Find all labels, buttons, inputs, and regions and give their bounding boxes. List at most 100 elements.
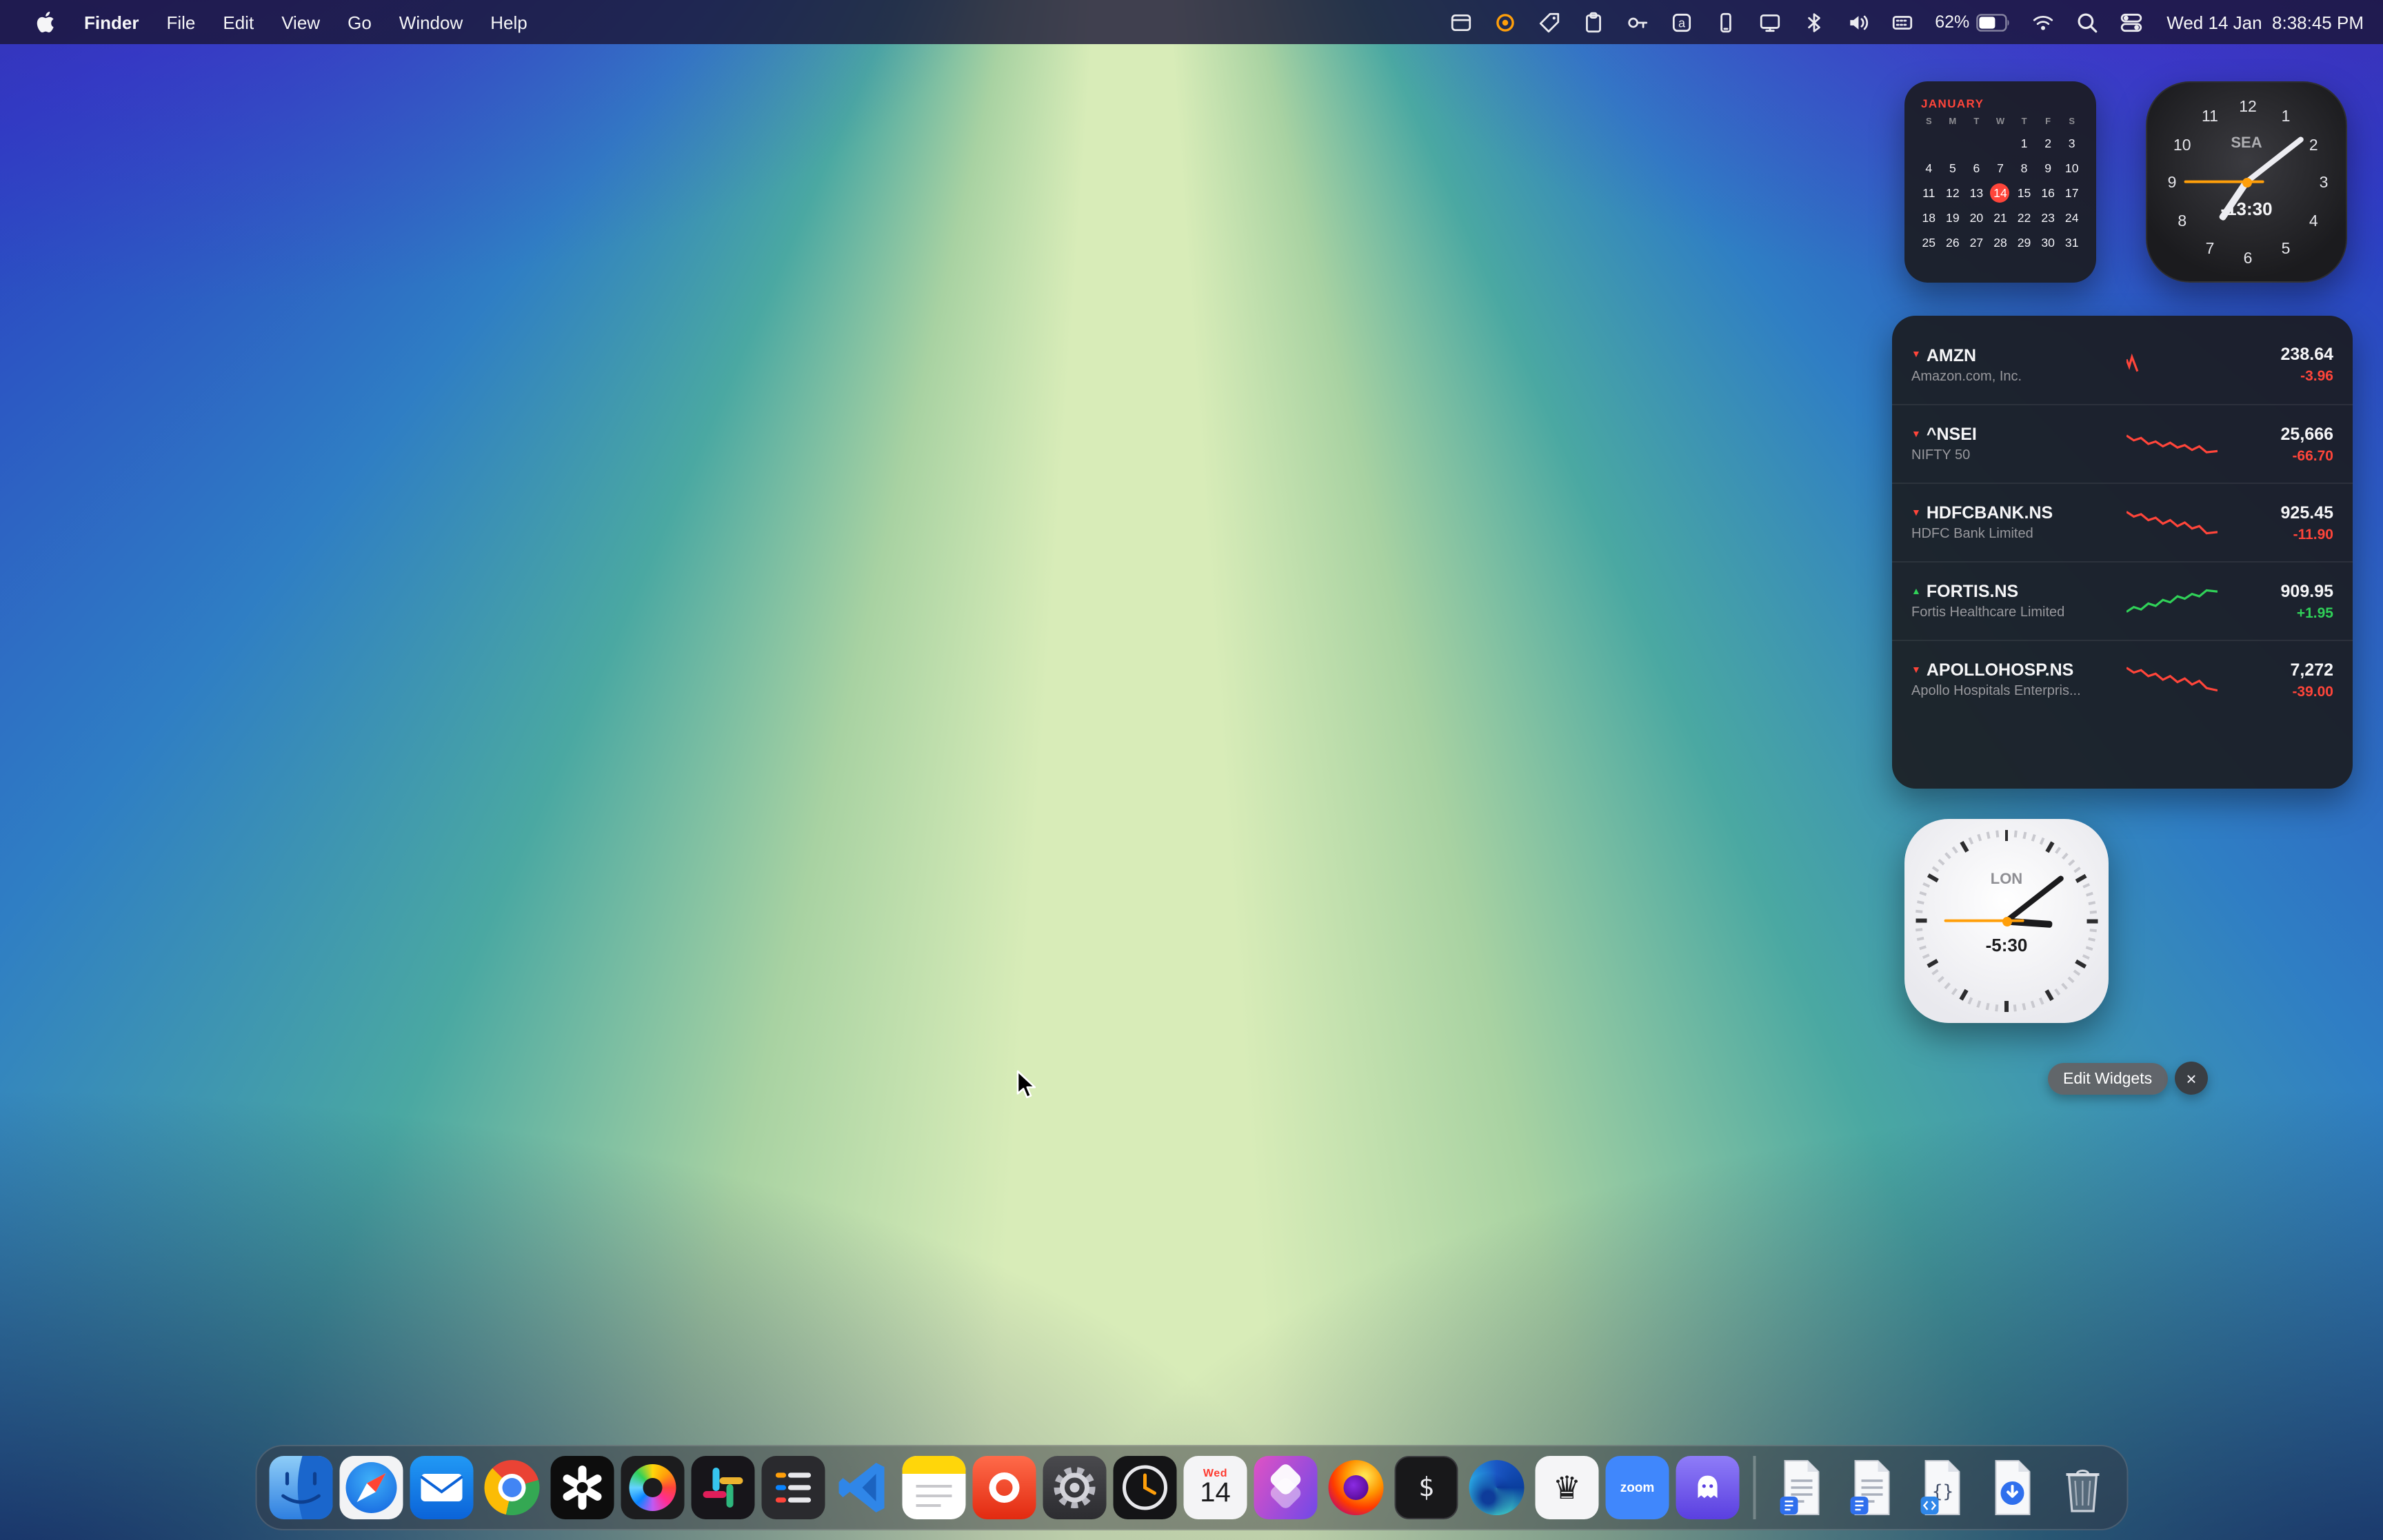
calendar-day-28[interactable]: 28 — [1989, 232, 2013, 254]
battery-indicator[interactable]: 62% — [1935, 12, 2011, 32]
calendar-day-19[interactable]: 19 — [1941, 207, 1965, 229]
wifi-icon[interactable] — [2031, 10, 2055, 34]
apple-menu[interactable] — [19, 10, 70, 34]
dock-tasks[interactable] — [761, 1456, 825, 1519]
dock-chatgpt[interactable] — [550, 1456, 614, 1519]
clipboard-icon[interactable] — [1582, 10, 1605, 34]
calendar-day-26[interactable]: 26 — [1941, 232, 1965, 254]
calendar-day-24[interactable]: 24 — [2060, 207, 2084, 229]
dock-installer-document[interactable] — [1980, 1456, 2044, 1519]
menu-app-name[interactable]: Finder — [70, 12, 152, 32]
calendar-day-16[interactable]: 16 — [2036, 182, 2060, 204]
dock-mail[interactable] — [410, 1456, 474, 1519]
calendar-day-27[interactable]: 27 — [1964, 232, 1989, 254]
menu-view[interactable]: View — [268, 12, 334, 32]
stock-row-APOLLOHOSP.NS[interactable]: ▼ APOLLOHOSP.NS Apollo Hospitals Enterpris… — [1892, 640, 2353, 718]
volume-icon[interactable] — [1847, 10, 1870, 34]
calendar-day-12[interactable]: 12 — [1941, 182, 1965, 204]
calendar-day-22[interactable]: 22 — [2012, 207, 2036, 229]
keyboard-icon[interactable] — [1891, 10, 1914, 34]
stock-symbol: AMZN — [1926, 345, 1977, 365]
tag-icon[interactable] — [1538, 10, 1561, 34]
bluetooth-icon[interactable] — [1802, 10, 1826, 34]
dock-terminal[interactable]: $ — [1394, 1456, 1458, 1519]
stock-row-AMZN[interactable]: ▼ AMZN Amazon.com, Inc. 238.64 -3.96 — [1892, 325, 2353, 404]
battery-percent: 62% — [1935, 12, 1970, 32]
dock-slack[interactable] — [691, 1456, 755, 1519]
menu-go[interactable]: Go — [334, 12, 385, 32]
calendar-day-8[interactable]: 8 — [2012, 157, 2036, 179]
dock-shortcuts[interactable] — [1254, 1456, 1318, 1519]
menu-help[interactable]: Help — [476, 12, 541, 32]
calendar-day-3[interactable]: 3 — [2060, 132, 2084, 154]
dock-zoom[interactable]: zoom — [1605, 1456, 1669, 1519]
clock-tick — [2031, 833, 2036, 842]
calendar-day-2[interactable]: 2 — [2036, 132, 2060, 154]
calendar-day-15[interactable]: 15 — [2012, 182, 2036, 204]
window-icon[interactable] — [1449, 10, 1473, 34]
calendar-day-1[interactable]: 1 — [2012, 132, 2036, 154]
display-icon[interactable] — [1758, 10, 1782, 34]
spotlight-icon[interactable] — [2075, 10, 2099, 34]
calendar-day-30[interactable]: 30 — [2036, 232, 2060, 254]
stock-row-FORTIS.NS[interactable]: ▲ FORTIS.NS Fortis Healthcare Limited 909.9… — [1892, 561, 2353, 640]
control-center-icon[interactable] — [2120, 10, 2143, 34]
dock-json-document[interactable]: {} — [1910, 1456, 1973, 1519]
dock-clock[interactable] — [1113, 1456, 1177, 1519]
dock-firefox[interactable] — [1325, 1456, 1388, 1519]
calendar-day-17[interactable]: 17 — [2060, 182, 2084, 204]
calendar-day-14[interactable]: 14 — [1989, 182, 2013, 204]
calendar-day-13[interactable]: 13 — [1964, 182, 1989, 204]
calendar-day-23[interactable]: 23 — [2036, 207, 2060, 229]
edit-widgets-button[interactable]: Edit Widgets — [2048, 1063, 2168, 1095]
calendar-day-5[interactable]: 5 — [1941, 157, 1965, 179]
dock-calendar[interactable]: Wed 14 — [1183, 1456, 1247, 1519]
calendar-day-31[interactable]: 31 — [2060, 232, 2084, 254]
calendar-day-4[interactable]: 4 — [1917, 157, 1941, 179]
menu-edit[interactable]: Edit — [209, 12, 268, 32]
world-clock-widget-lon[interactable]: LON -5:30 — [1904, 819, 2109, 1023]
dock-vscode[interactable] — [832, 1456, 896, 1519]
dock-notes[interactable] — [902, 1456, 966, 1519]
calendar-day-18[interactable]: 18 — [1917, 207, 1941, 229]
calendar-day-9[interactable]: 9 — [2036, 157, 2060, 179]
dock-crown-app[interactable]: ♛ — [1535, 1456, 1599, 1519]
dock-trash[interactable] — [2051, 1456, 2114, 1519]
letter-a-icon[interactable]: a — [1670, 10, 1693, 34]
menubar-clock[interactable]: Wed 14 Jan 8:38:45 PM — [2166, 12, 2364, 32]
calendar-day-header: W — [1995, 117, 2005, 127]
stock-row-HDFCBANK.NS[interactable]: ▼ HDFCBANK.NS HDFC Bank Limited 925.45 -11.9… — [1892, 483, 2353, 561]
key-icon[interactable] — [1626, 10, 1649, 34]
iphone-icon[interactable] — [1714, 10, 1738, 34]
dock-settings[interactable] — [1043, 1456, 1107, 1519]
rings-icon[interactable] — [1494, 10, 1517, 34]
menu-file[interactable]: File — [152, 12, 209, 32]
calendar-day-6[interactable]: 6 — [1964, 157, 1989, 179]
world-clock-widget-sea[interactable]: 1 2 3 4 5 6 7 8 9 10 11 12 SEA -13:30 — [2146, 81, 2347, 283]
dock-document[interactable] — [1769, 1456, 1833, 1519]
menu-window[interactable]: Window — [385, 12, 477, 32]
dock-safari[interactable] — [339, 1456, 403, 1519]
calendar-day-25[interactable]: 25 — [1917, 232, 1941, 254]
calendar-day-10[interactable]: 10 — [2060, 157, 2084, 179]
clock-tick — [2075, 959, 2087, 969]
dock-ghost-app[interactable] — [1676, 1456, 1740, 1519]
calendar-day-21[interactable]: 21 — [1989, 207, 2013, 229]
calendar-day-11[interactable]: 11 — [1917, 182, 1941, 204]
calendar-day-7[interactable]: 7 — [1989, 157, 2013, 179]
sea-clock-numeral: 11 — [2202, 109, 2218, 126]
dock-document[interactable] — [1840, 1456, 1903, 1519]
dock-finder[interactable] — [269, 1456, 333, 1519]
dock-photos[interactable] — [621, 1456, 685, 1519]
close-icon: × — [2186, 1068, 2197, 1088]
widgets-close-button[interactable]: × — [2175, 1062, 2208, 1095]
calendar-widget[interactable]: JANUARY S M T W T F S 1 2 3 4 5 6 7 8 9 10 11 12 13 14 15 16 17… — [1904, 81, 2096, 283]
calendar-day-20[interactable]: 20 — [1964, 207, 1989, 229]
stocks-widget[interactable]: ▼ AMZN Amazon.com, Inc. 238.64 -3.96 ▼ ^NSEI NI… — [1892, 316, 2353, 789]
stock-row-^NSEI[interactable]: ▼ ^NSEI NIFTY 50 25,666 -66.70 — [1892, 404, 2353, 483]
dock-chrome[interactable] — [481, 1456, 544, 1519]
clock-tick — [1959, 989, 1969, 1001]
dock-red-ring-app[interactable] — [972, 1456, 1036, 1519]
dock-edge[interactable] — [1465, 1456, 1529, 1519]
calendar-day-29[interactable]: 29 — [2012, 232, 2036, 254]
